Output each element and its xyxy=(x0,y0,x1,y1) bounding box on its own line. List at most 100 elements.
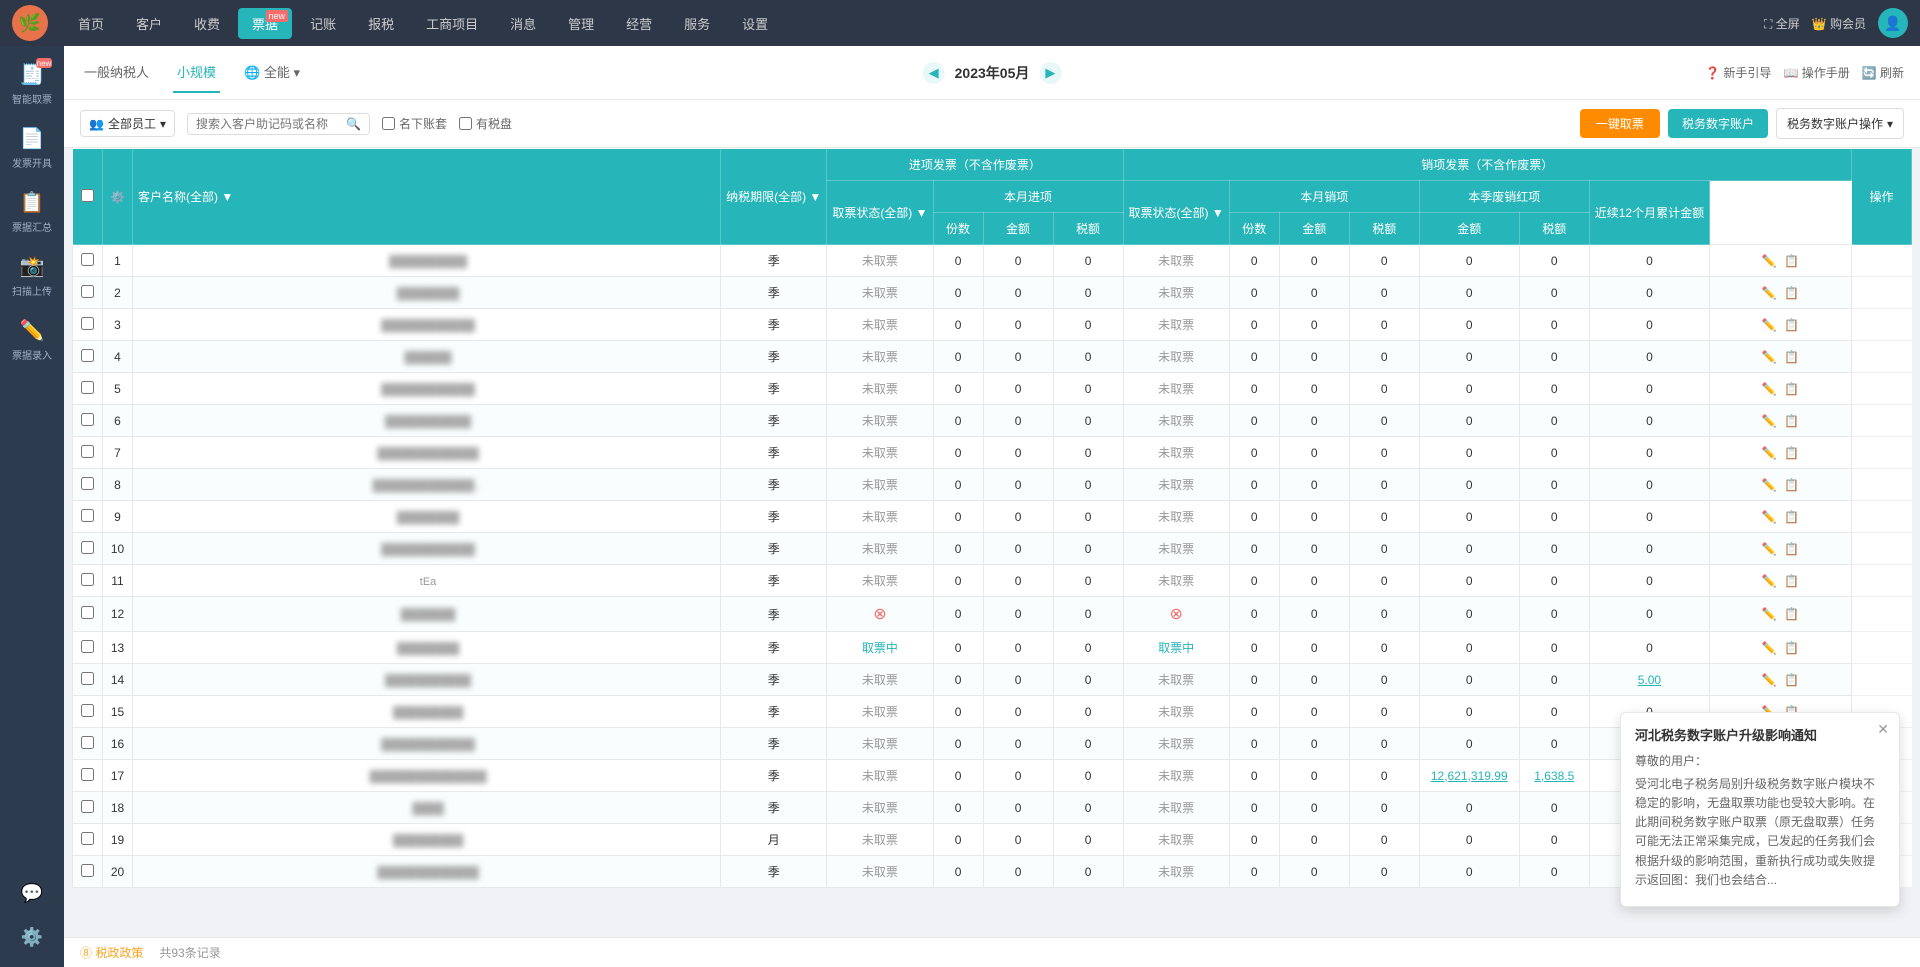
edit-btn[interactable]: ✏️ xyxy=(1762,382,1777,396)
row-checkbox[interactable] xyxy=(81,413,94,426)
edit-btn[interactable]: ✏️ xyxy=(1762,510,1777,524)
nav-tax[interactable]: 报税 xyxy=(354,8,408,39)
copy-btn[interactable]: 📋 xyxy=(1784,254,1799,268)
row-checkbox[interactable] xyxy=(81,317,94,330)
sidebar-summary[interactable]: 📋 票据汇总 xyxy=(4,182,60,242)
copy-btn[interactable]: 📋 xyxy=(1784,607,1799,621)
th-status-in[interactable]: 取票状态(全部) ▼ xyxy=(827,181,933,245)
sidebar-invoice-open[interactable]: 📄 发票开具 xyxy=(4,118,60,178)
tax-digital-ops-btn[interactable]: 税务数字账户操作 ▾ xyxy=(1776,108,1904,139)
has-taxdisk-checkbox[interactable]: 有税盘 xyxy=(459,115,512,132)
edit-btn[interactable]: ✏️ xyxy=(1762,607,1777,621)
search-icon[interactable]: 🔍 xyxy=(346,117,361,131)
nav-messages[interactable]: 消息 xyxy=(496,8,550,39)
tab-small-scale[interactable]: 小规模 xyxy=(173,52,220,93)
row-checkbox[interactable] xyxy=(81,349,94,362)
sidebar-smart-fetch[interactable]: new 🧾 智能取票 xyxy=(4,54,60,114)
period-next-btn[interactable]: ▶ xyxy=(1039,62,1061,84)
copy-btn[interactable]: 📋 xyxy=(1784,350,1799,364)
nav-manage[interactable]: 管理 xyxy=(554,8,608,39)
select-all-checkbox[interactable] xyxy=(81,189,94,202)
fullscreen-btn[interactable]: ⛶ 全屏 xyxy=(1764,15,1800,32)
new-guide-btn[interactable]: ❓ 新手引导 xyxy=(1705,64,1771,81)
nav-service[interactable]: 服务 xyxy=(670,8,724,39)
row-checkbox[interactable] xyxy=(81,253,94,266)
row-checkbox[interactable] xyxy=(81,541,94,554)
row-checkbox[interactable] xyxy=(81,509,94,522)
row-checkbox[interactable] xyxy=(81,800,94,813)
nav-tickets[interactable]: 票据 new xyxy=(238,8,292,39)
edit-btn[interactable]: ✏️ xyxy=(1762,414,1777,428)
copy-btn[interactable]: 📋 xyxy=(1784,446,1799,460)
copy-btn[interactable]: 📋 xyxy=(1784,542,1799,556)
my-accounts-checkbox[interactable]: 名下账套 xyxy=(382,115,447,132)
member-btn[interactable]: 👑 购会员 xyxy=(1812,15,1866,32)
copy-btn[interactable]: 📋 xyxy=(1784,574,1799,588)
nav-clients[interactable]: 客户 xyxy=(122,8,176,39)
tax-digital-account-btn[interactable]: 税务数字账户 xyxy=(1668,109,1768,138)
row-checkbox[interactable] xyxy=(81,285,94,298)
row-checkbox[interactable] xyxy=(81,606,94,619)
copy-btn[interactable]: 📋 xyxy=(1784,318,1799,332)
refresh-btn[interactable]: 🔄 刷新 xyxy=(1862,64,1904,81)
edit-btn[interactable]: ✏️ xyxy=(1762,446,1777,460)
row-checkbox[interactable] xyxy=(81,736,94,749)
manual-btn[interactable]: 📖 操作手册 xyxy=(1783,64,1849,81)
edit-btn[interactable]: ✏️ xyxy=(1762,478,1777,492)
copy-btn[interactable]: 📋 xyxy=(1784,673,1799,687)
copy-btn[interactable]: 📋 xyxy=(1784,478,1799,492)
copy-btn[interactable]: 📋 xyxy=(1784,510,1799,524)
row-checkbox[interactable] xyxy=(81,445,94,458)
copy-btn[interactable]: 📋 xyxy=(1784,382,1799,396)
nav-home[interactable]: 首页 xyxy=(64,8,118,39)
sidebar-scan-upload[interactable]: 📸 扫描上传 xyxy=(4,246,60,306)
notif-close-btn[interactable]: ✕ xyxy=(1877,721,1889,738)
edit-btn[interactable]: ✏️ xyxy=(1762,641,1777,655)
edit-btn[interactable]: ✏️ xyxy=(1762,286,1777,300)
row-checkbox[interactable] xyxy=(81,704,94,717)
edit-btn[interactable]: ✏️ xyxy=(1762,542,1777,556)
sidebar-settings-btn[interactable]: ⚙️ xyxy=(14,919,50,955)
row-checkbox[interactable] xyxy=(81,381,94,394)
row-red-tax: 0 xyxy=(1519,696,1589,728)
row-checkbox[interactable] xyxy=(81,832,94,845)
edit-btn[interactable]: ✏️ xyxy=(1762,350,1777,364)
nav-accounting[interactable]: 记账 xyxy=(296,8,350,39)
row-checkbox[interactable] xyxy=(81,768,94,781)
sidebar-invoice-entry[interactable]: ✏️ 票据录入 xyxy=(4,310,60,370)
th-tax-period[interactable]: 纳税期限(全部) ▼ xyxy=(721,149,827,245)
th-status-out[interactable]: 取票状态(全部) ▼ xyxy=(1123,181,1229,245)
tax-policy-link[interactable]: ⑧ 税政政策 xyxy=(80,944,143,961)
nav-settings[interactable]: 设置 xyxy=(728,8,782,39)
row-ops: ✏️ 📋 xyxy=(1710,245,1852,277)
user-avatar[interactable]: 👤 xyxy=(1878,8,1908,38)
row-checkbox[interactable] xyxy=(81,477,94,490)
app-logo[interactable]: 🌿 xyxy=(12,5,48,41)
tab-general-taxpayer[interactable]: 一般纳税人 xyxy=(80,52,153,93)
row-checkbox[interactable] xyxy=(81,573,94,586)
row-checkbox[interactable] xyxy=(81,864,94,877)
search-input[interactable] xyxy=(196,117,346,131)
tab-all[interactable]: 🌐 全能 ▾ xyxy=(240,52,304,93)
sidebar-chat-btn[interactable]: 💬 xyxy=(14,875,50,911)
nav-fees[interactable]: 收费 xyxy=(180,8,234,39)
copy-btn[interactable]: 📋 xyxy=(1784,414,1799,428)
nav-operation[interactable]: 经营 xyxy=(612,8,666,39)
th-client[interactable]: 客户名称(全部) ▼ xyxy=(133,149,721,245)
row-checkbox[interactable] xyxy=(81,640,94,653)
edit-btn[interactable]: ✏️ xyxy=(1762,673,1777,687)
nav-business[interactable]: 工商项目 xyxy=(412,8,492,39)
edit-btn[interactable]: ✏️ xyxy=(1762,574,1777,588)
has-taxdisk-check[interactable] xyxy=(459,117,472,130)
copy-btn[interactable]: 📋 xyxy=(1784,641,1799,655)
edit-btn[interactable]: ✏️ xyxy=(1762,318,1777,332)
my-accounts-check[interactable] xyxy=(382,117,395,130)
row-period: 季 xyxy=(721,437,827,469)
edit-btn[interactable]: ✏️ xyxy=(1762,254,1777,268)
row-checkbox[interactable] xyxy=(81,672,94,685)
period-prev-btn[interactable]: ◀ xyxy=(923,62,945,84)
copy-btn[interactable]: 📋 xyxy=(1784,286,1799,300)
row-in-tax: 0 xyxy=(1053,664,1123,696)
one-click-fetch-btn[interactable]: 一键取票 xyxy=(1580,109,1660,138)
employee-filter[interactable]: 👥 全部员工 ▾ xyxy=(80,110,175,137)
